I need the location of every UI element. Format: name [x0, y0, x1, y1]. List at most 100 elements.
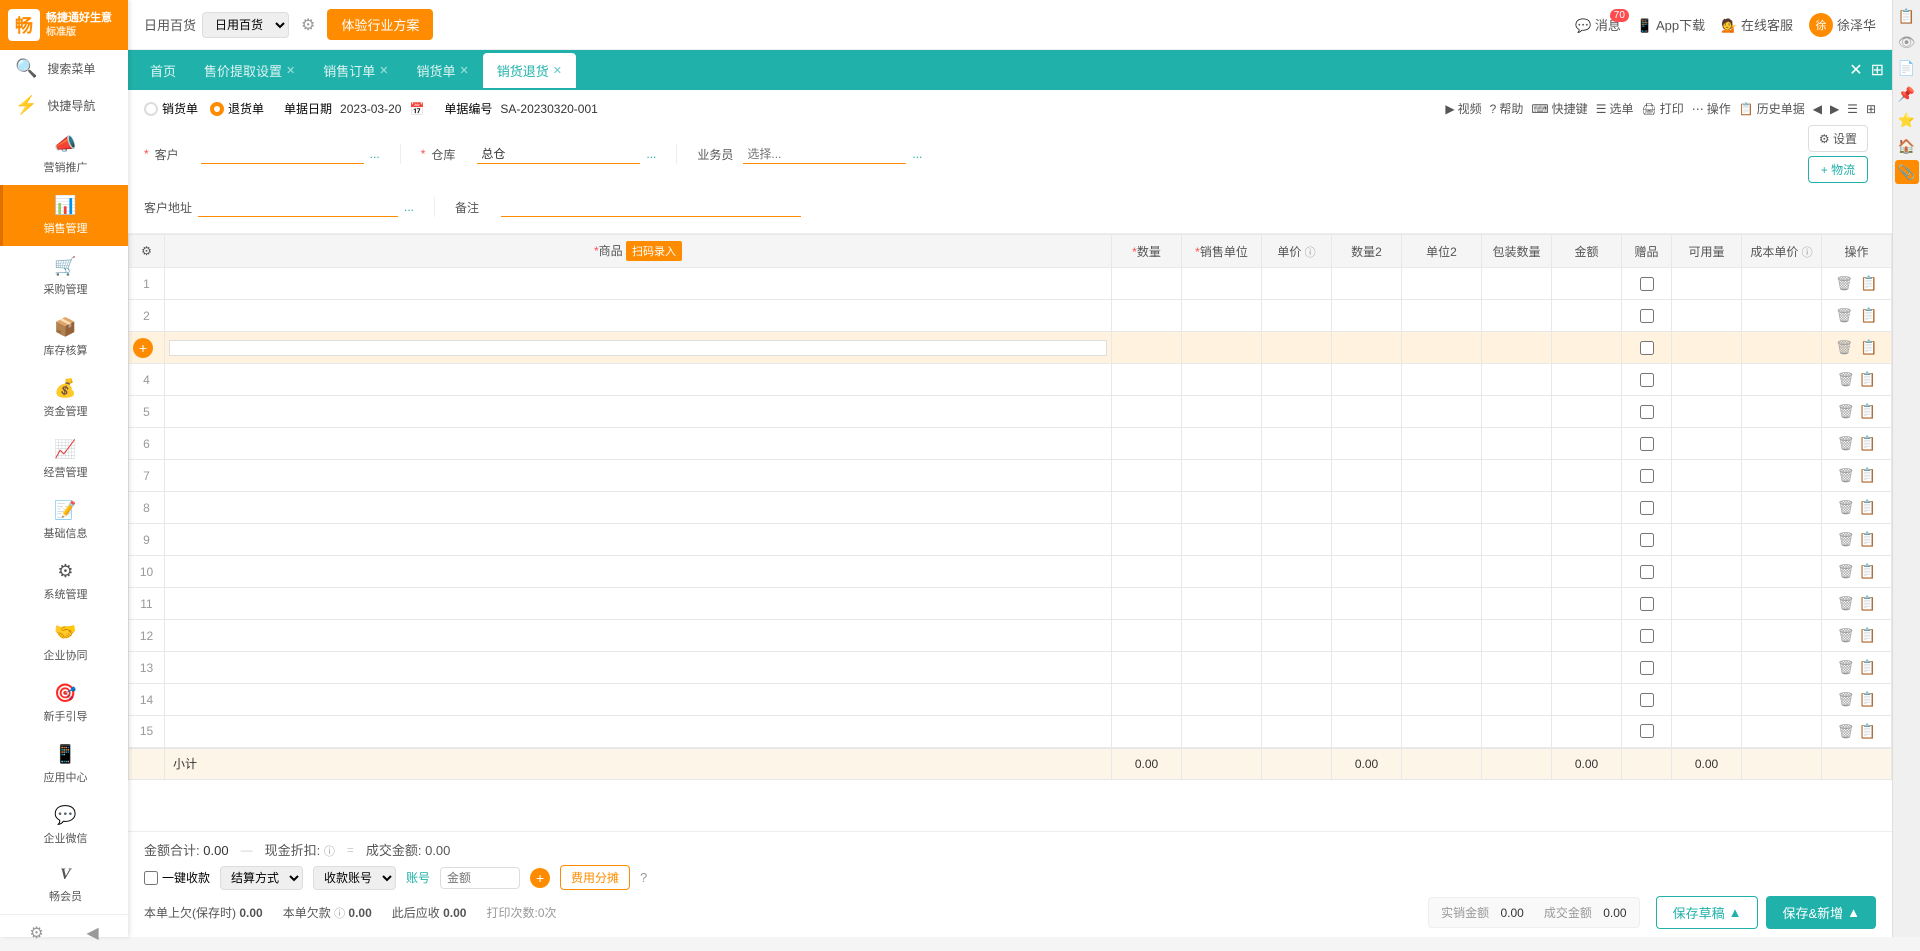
right-panel-icon-7[interactable]: 📎 [1895, 160, 1919, 184]
delete-row-10[interactable]: 🗑 [1837, 563, 1855, 579]
delete-row-3[interactable]: 🗑 [1835, 339, 1853, 355]
right-panel-icon-6[interactable]: 🏠 [1895, 134, 1919, 158]
message-button[interactable]: 💬 消息 70 [1575, 15, 1621, 34]
add-row-button[interactable]: + [133, 338, 153, 358]
sidebar-item-inventory[interactable]: 📦 库存核算 [0, 307, 128, 368]
tab-close-all[interactable]: ✕ [1849, 60, 1862, 80]
delete-row-15[interactable]: 🗑 [1837, 723, 1855, 739]
delete-row-6[interactable]: 🗑 [1837, 435, 1855, 451]
copy-row-1[interactable]: 📋 [1860, 275, 1877, 291]
tab-sale-delivery[interactable]: 销货单 ✕ [402, 53, 482, 88]
delete-row-11[interactable]: 🗑 [1837, 595, 1855, 611]
right-panel-icon-1[interactable]: 📋 [1895, 4, 1919, 28]
tab-close-sale-return[interactable]: ✕ [553, 64, 562, 77]
qty2-cell-1[interactable] [1332, 268, 1402, 300]
daily-dropdown[interactable]: 日用百货 [202, 12, 289, 38]
sidebar-item-apps[interactable]: 📱 应用中心 [0, 734, 128, 795]
topbar-settings-icon[interactable]: ⚙ [301, 15, 315, 35]
address-dots[interactable]: ... [404, 200, 414, 214]
one-click-payment[interactable]: 一键收款 [144, 869, 210, 886]
delete-row-12[interactable]: 🗑 [1837, 627, 1855, 643]
account-dots[interactable]: 账号 [406, 869, 430, 886]
delete-row-4[interactable]: 🗑 [1837, 371, 1855, 387]
delete-row-8[interactable]: 🗑 [1837, 499, 1855, 515]
customer-dots[interactable]: ... [370, 147, 380, 161]
sidebar-item-finance[interactable]: 💰 资金管理 [0, 368, 128, 429]
sidebar-item-enterprise[interactable]: 🤝 企业协同 [0, 612, 128, 673]
gift-check-1[interactable] [1640, 277, 1654, 291]
delete-row-13[interactable]: 🗑 [1837, 659, 1855, 675]
amount-input[interactable] [440, 867, 520, 889]
settings-bottom-icon[interactable]: ⚙ [29, 923, 43, 943]
app-download-button[interactable]: 📱 App下载 [1637, 15, 1705, 34]
split-button[interactable]: 费用分摊 [560, 865, 630, 890]
salesman-dots[interactable]: ... [912, 147, 922, 161]
calc-method-select[interactable]: 结算方式 [220, 866, 303, 890]
qty-cell-1[interactable] [1112, 268, 1182, 300]
delete-row-2[interactable]: 🗑 [1835, 307, 1853, 323]
delete-row-9[interactable]: 🗑 [1837, 531, 1855, 547]
right-panel-icon-3[interactable]: 📄 [1895, 56, 1919, 80]
unit2-cell-1[interactable] [1402, 268, 1482, 300]
sidebar-item-vip[interactable]: V 畅会员 [0, 856, 128, 914]
experience-button[interactable]: 体验行业方案 [327, 9, 433, 40]
sidebar-item-guide[interactable]: 🎯 新手引导 [0, 673, 128, 734]
save-new-chevron[interactable]: ▲ [1847, 905, 1860, 920]
sidebar-item-sales[interactable]: 📊 销售管理 [0, 185, 128, 246]
account-select[interactable]: 收款账号 [313, 866, 396, 890]
add-payment-button[interactable]: + [530, 868, 550, 888]
pack-cell-1[interactable] [1482, 268, 1552, 300]
sidebar-item-wechat[interactable]: 💬 企业微信 [0, 795, 128, 856]
payment-checkbox[interactable] [144, 871, 158, 885]
gift-check-2[interactable] [1640, 309, 1654, 323]
settings-button[interactable]: ⚙ 设置 [1808, 125, 1868, 152]
delete-row-1[interactable]: 🗑 [1835, 275, 1853, 291]
sidebar-item-purchase[interactable]: 🛒 采购管理 [0, 246, 128, 307]
toolbar-print[interactable]: 🖨 打印 [1641, 100, 1683, 117]
scan-button[interactable]: 扫码录入 [626, 241, 682, 261]
delete-row-14[interactable]: 🗑 [1837, 691, 1855, 707]
sidebar-item-marketing[interactable]: 📣 营销推广 [0, 124, 128, 185]
toolbar-shortcut[interactable]: ⌨ 快捷键 [1531, 100, 1587, 117]
logistics-button[interactable]: + 物流 [1808, 156, 1868, 183]
collapse-icon[interactable]: ◀ [86, 923, 98, 943]
tab-fullscreen[interactable]: ⊞ [1871, 60, 1884, 80]
copy-row-2[interactable]: 📋 [1860, 307, 1877, 323]
help-icon[interactable]: ? [640, 870, 647, 885]
gift-check-3[interactable] [1640, 341, 1654, 355]
tab-home[interactable]: 首页 [136, 53, 190, 88]
warehouse-input[interactable] [477, 145, 640, 164]
tab-close-sale-delivery[interactable]: ✕ [460, 64, 469, 77]
toolbar-next[interactable]: ▶ [1830, 102, 1839, 116]
product-input-1[interactable] [169, 277, 1107, 291]
toolbar-view1[interactable]: ☰ [1847, 102, 1858, 116]
toolbar-help[interactable]: ? 帮助 [1490, 100, 1524, 117]
copy-row-3[interactable]: 📋 [1860, 339, 1877, 355]
user-profile[interactable]: 徐 徐泽华 [1809, 13, 1876, 37]
sidebar-item-quicknav[interactable]: ⚡ 快捷导航 [0, 87, 128, 124]
radio-sale[interactable]: 销货单 [144, 100, 198, 117]
toolbar-history[interactable]: 📋 历史单据 [1739, 100, 1805, 117]
salesman-input[interactable] [743, 145, 906, 164]
warehouse-dots[interactable]: ... [646, 147, 656, 161]
right-panel-icon-5[interactable]: ⭐ [1895, 108, 1919, 132]
draft-chevron[interactable]: ▲ [1729, 905, 1742, 920]
product-input-3[interactable] [169, 340, 1107, 356]
avail-cell-1[interactable] [1672, 268, 1742, 300]
tab-sale-price[interactable]: 售价提取设置 ✕ [190, 53, 309, 88]
tab-close-sale-order[interactable]: ✕ [379, 64, 388, 77]
sidebar-item-basic[interactable]: 📝 基础信息 [0, 490, 128, 551]
tab-close-sale-price[interactable]: ✕ [286, 64, 295, 77]
customer-input[interactable] [201, 145, 364, 164]
radio-return[interactable]: 退货单 [210, 100, 264, 117]
online-service-button[interactable]: 💁 在线客服 [1721, 15, 1793, 34]
toolbar-action[interactable]: ⋯ 操作 [1692, 100, 1731, 117]
cost-cell-1[interactable] [1742, 268, 1822, 300]
toolbar-select[interactable]: ☰ 选单 [1596, 100, 1634, 117]
delete-row-7[interactable]: 🗑 [1837, 467, 1855, 483]
unit-cell-1[interactable] [1182, 268, 1262, 300]
right-panel-icon-4[interactable]: 📌 [1895, 82, 1919, 106]
remark-input[interactable] [501, 198, 801, 217]
toolbar-prev[interactable]: ◀ [1813, 102, 1822, 116]
sidebar-item-search[interactable]: 🔍 搜索菜单 [0, 50, 128, 87]
